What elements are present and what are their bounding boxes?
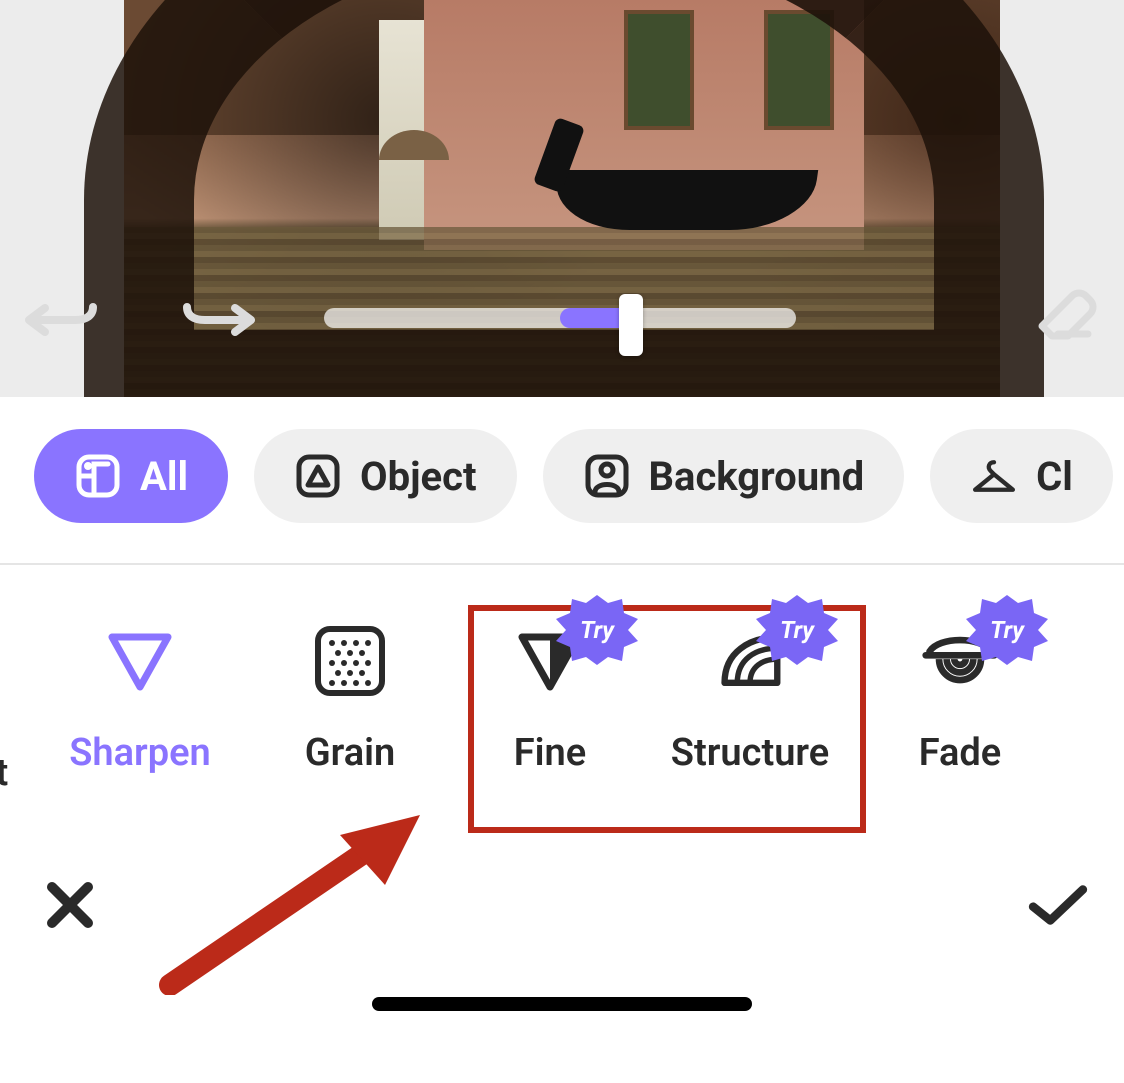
tool-label: Structure — [671, 731, 829, 775]
tool-label: Fine — [514, 731, 586, 775]
try-badge: Try — [560, 599, 634, 661]
fine-icon: Try — [510, 621, 590, 701]
person-icon — [583, 452, 631, 500]
chip-all[interactable]: All — [34, 429, 228, 523]
chip-label: All — [140, 453, 188, 500]
tool-row: st Sharpen Grain — [0, 565, 1124, 825]
chip-label: Cl — [1036, 453, 1073, 500]
try-badge: Try — [970, 599, 1044, 661]
cancel-button[interactable] — [40, 875, 100, 935]
tool-prev-partial[interactable]: st — [0, 621, 30, 701]
object-icon — [294, 452, 342, 500]
try-badge: Try — [760, 599, 834, 661]
tool-label: Fade — [919, 731, 1002, 775]
bottom-bar — [0, 825, 1124, 1035]
tool-label: st — [0, 751, 8, 795]
chip-background[interactable]: Background — [543, 429, 905, 523]
chip-object[interactable]: Object — [254, 429, 516, 523]
grain-icon — [310, 621, 390, 701]
target-chip-row: All Object Background Cl — [0, 397, 1124, 523]
chip-clothes[interactable]: Cl — [930, 429, 1113, 523]
tool-structure[interactable]: Try Structure — [650, 621, 850, 775]
slider-thumb[interactable] — [619, 294, 643, 356]
fade-icon: Try — [920, 621, 1000, 701]
adjust-slider[interactable] — [324, 308, 796, 328]
tool-label: Grain — [305, 731, 395, 775]
undo-button[interactable] — [20, 290, 100, 350]
redo-button[interactable] — [180, 290, 260, 350]
structure-icon: Try — [710, 621, 790, 701]
photo-preview — [0, 0, 1124, 397]
tool-sharpen[interactable]: Sharpen — [30, 621, 250, 775]
eraser-button[interactable] — [1024, 280, 1104, 340]
tool-label: Sharpen — [69, 731, 211, 775]
tool-grain[interactable]: Grain — [250, 621, 450, 775]
all-icon — [74, 452, 122, 500]
home-indicator — [372, 997, 752, 1011]
tool-fine[interactable]: Try Fine — [450, 621, 650, 775]
chip-label: Object — [360, 453, 476, 500]
chip-label: Background — [649, 453, 865, 500]
confirm-button[interactable] — [1028, 875, 1088, 935]
hanger-icon — [970, 452, 1018, 500]
tool-fade[interactable]: Try Fade — [850, 621, 1070, 775]
triangle-down-icon — [100, 621, 180, 701]
